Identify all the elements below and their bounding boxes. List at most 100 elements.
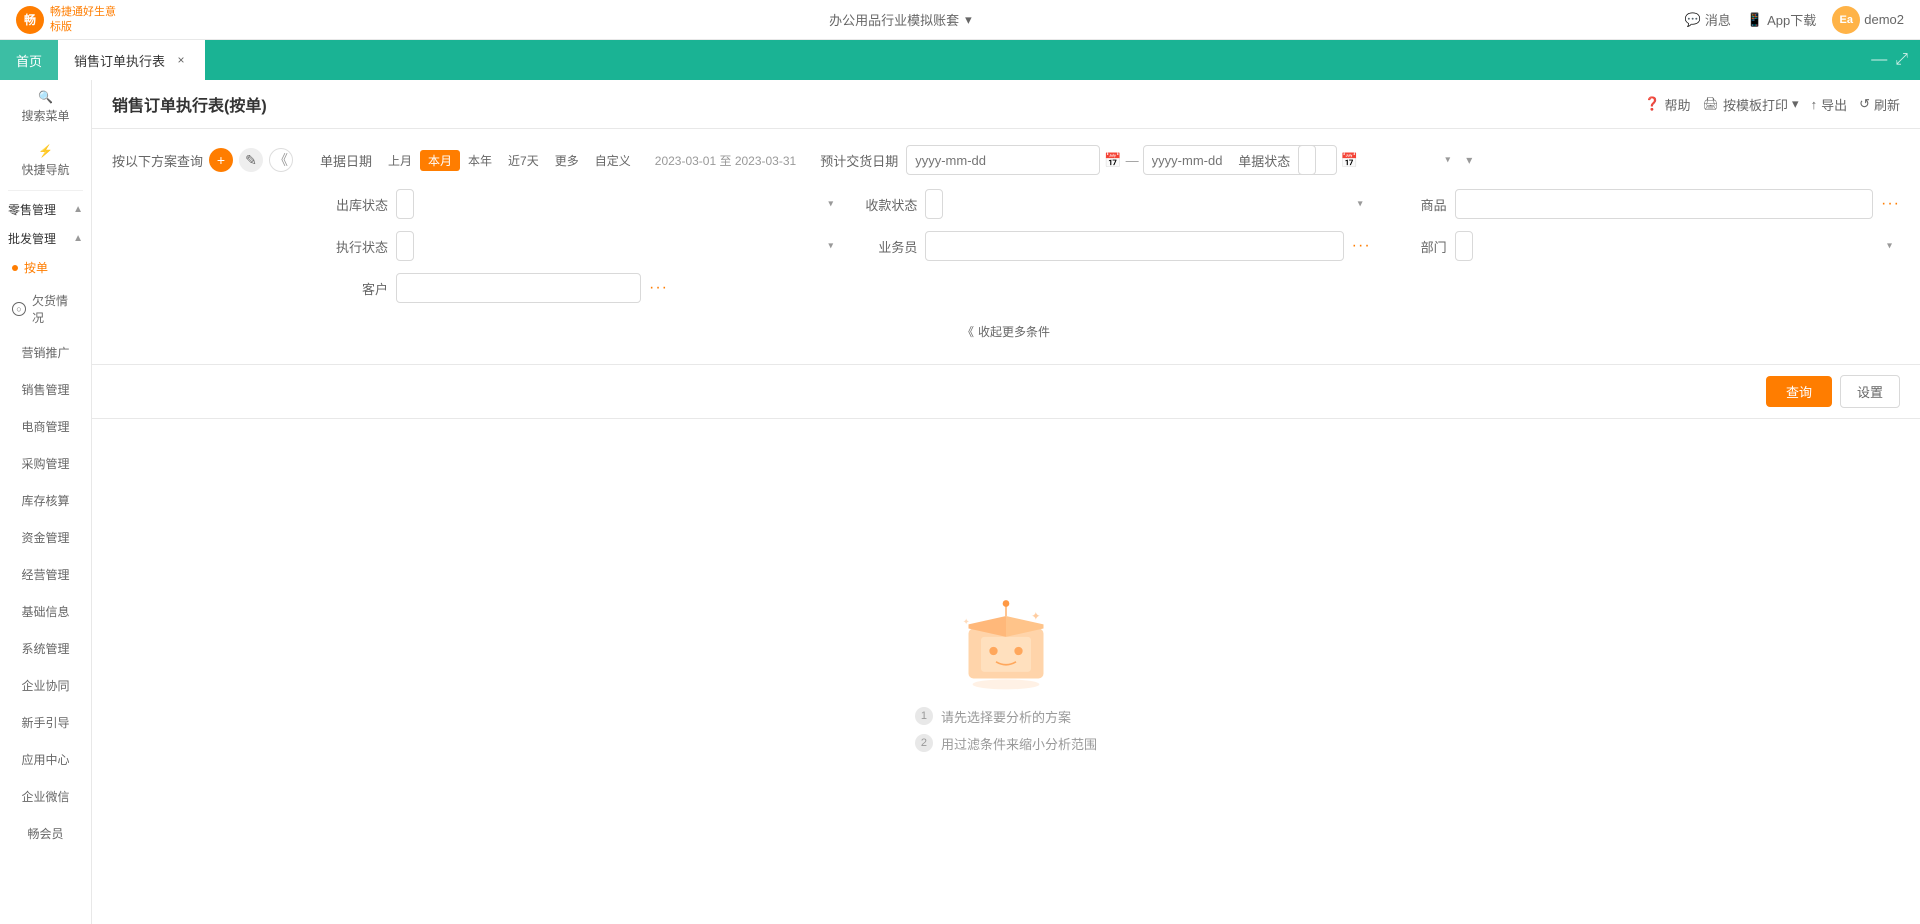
product-more-icon[interactable]: ···: [1881, 195, 1900, 213]
app-download-button[interactable]: 📱 App下载: [1747, 10, 1816, 29]
calendar-start-icon[interactable]: 📅: [1104, 152, 1121, 169]
svg-text:✦: ✦: [1031, 610, 1041, 623]
expected-date-label: 预计交货日期: [820, 151, 898, 170]
sidebar-item-enterprise[interactable]: 企业协同: [0, 667, 91, 704]
settings-button[interactable]: 设置: [1840, 375, 1900, 408]
toolbar: 查询 设置: [92, 365, 1920, 419]
logo-text: 畅捷通好生意 标版: [50, 5, 116, 34]
sidebar-item-apps[interactable]: 应用中心: [0, 741, 91, 778]
date-tab-this-month[interactable]: 本月: [420, 150, 460, 171]
date-tab-this-year[interactable]: 本年: [460, 150, 500, 171]
logo-area: 畅 畅捷通好生意 标版: [16, 5, 116, 34]
window-maximize-button[interactable]: ⤢: [1895, 51, 1908, 69]
date-tab-more[interactable]: 更多: [547, 150, 587, 171]
filter-row-4: 客户 ···: [112, 273, 1900, 303]
status-select[interactable]: [1298, 145, 1316, 175]
press-dot-icon: [12, 265, 18, 271]
user-avatar[interactable]: Ea demo2: [1832, 6, 1904, 34]
product-filter-group: 商品 ···: [1387, 189, 1900, 219]
collapse-left-button[interactable]: 《: [269, 148, 293, 172]
outbound-select-wrap: [396, 189, 841, 219]
dept-filter-group: 部门: [1387, 231, 1900, 261]
date-range-info: 2023-03-01 至 2023-03-31: [655, 152, 796, 169]
content-area: 销售订单执行表(按单) ❓ 帮助 🖨 按模板打印 ▾ ↑ 导出 ↺ 刷新: [92, 80, 1920, 924]
expected-date-start[interactable]: [906, 145, 1100, 175]
date-tab-last7[interactable]: 近7天: [500, 150, 547, 171]
sidebar-item-newbie[interactable]: 新手引导: [0, 704, 91, 741]
sidebar-quick-nav[interactable]: ⚡ 快捷导航: [0, 134, 91, 188]
add-plan-button[interactable]: +: [209, 148, 233, 172]
sidebar-item-wechat[interactable]: 企业微信: [0, 778, 91, 815]
filter-row-3: 执行状态 业务员 ··· 部门: [112, 231, 1900, 261]
filter-left-panel: 按以下方案查询 + ✎ 《: [112, 148, 312, 172]
query-button[interactable]: 查询: [1766, 376, 1832, 407]
collapse-up-icon: 《: [962, 323, 974, 340]
exec-select-wrap: [396, 231, 841, 261]
page-actions: ❓ 帮助 🖨 按模板打印 ▾ ↑ 导出 ↺ 刷新: [1644, 95, 1900, 126]
company-selector[interactable]: 办公用品行业模拟账套 ▾: [829, 10, 972, 29]
svg-text:✦: ✦: [963, 616, 970, 626]
payment-select[interactable]: [925, 189, 943, 219]
sidebar-item-operations[interactable]: 经营管理: [0, 556, 91, 593]
date-tab-last-month[interactable]: 上月: [380, 150, 420, 171]
edit-plan-button[interactable]: ✎: [239, 148, 263, 172]
sidebar-item-marketing[interactable]: 营销推广: [0, 334, 91, 371]
sidebar-item-finance[interactable]: 资金管理: [0, 519, 91, 556]
sidebar-sub-press[interactable]: 按单: [0, 251, 91, 284]
outbound-filter-group: 出库状态: [328, 189, 841, 219]
dept-select[interactable]: [1455, 231, 1473, 261]
empty-step-1: 1 请先选择要分析的方案: [915, 707, 1097, 726]
print-icon: 🖨: [1703, 96, 1720, 112]
main-layout: 🔍 搜索菜单 ⚡ 快捷导航 零售管理 ▲ 批发管理 ▲ 按单 ○ 欠货情况 营销…: [0, 80, 1920, 924]
outbound-select[interactable]: [396, 189, 414, 219]
customer-input[interactable]: [396, 273, 641, 303]
sidebar-item-ecommerce[interactable]: 电商管理: [0, 408, 91, 445]
quick-nav-icon: ⚡: [38, 144, 53, 158]
salesperson-more-icon[interactable]: ···: [1352, 237, 1371, 255]
page-header: 销售订单执行表(按单) ❓ 帮助 🖨 按模板打印 ▾ ↑ 导出 ↺ 刷新: [92, 80, 1920, 129]
collapse-bar[interactable]: 《 收起更多条件: [112, 315, 1900, 348]
customer-more-icon[interactable]: ···: [649, 279, 668, 297]
filter-area: 按以下方案查询 + ✎ 《 单据日期 上月 本月 本年 近7天 更多 自定义: [92, 129, 1920, 365]
refresh-button[interactable]: ↺ 刷新: [1859, 95, 1900, 114]
sidebar-item-retail[interactable]: 零售管理 ▲: [0, 193, 91, 222]
message-button[interactable]: 💬 消息: [1685, 10, 1731, 29]
debt-circle-icon: ○: [12, 302, 26, 316]
payment-filter-group: 收款状态: [857, 189, 1370, 219]
message-icon: 💬: [1685, 12, 1701, 28]
salesperson-label: 业务员: [857, 237, 917, 256]
status-dropdown-icon[interactable]: ▾: [1466, 153, 1472, 167]
tab-home[interactable]: 首页: [0, 40, 58, 80]
sidebar-divider-1: [8, 190, 83, 191]
sidebar-sub-debt[interactable]: ○ 欠货情况: [0, 284, 91, 334]
date-field-label: 单据日期: [312, 151, 372, 170]
export-button[interactable]: ↑ 导出: [1811, 95, 1848, 114]
sidebar-item-inventory[interactable]: 库存核算: [0, 482, 91, 519]
date-tab-custom[interactable]: 自定义: [587, 150, 639, 171]
nav-tabs-actions: — ⤢: [1871, 51, 1920, 69]
download-icon: 📱: [1747, 12, 1763, 28]
page-title: 销售订单执行表(按单): [112, 92, 267, 128]
dept-label: 部门: [1387, 237, 1447, 256]
product-input[interactable]: [1455, 189, 1873, 219]
sidebar-search[interactable]: 🔍 搜索菜单: [0, 80, 91, 134]
empty-steps: 1 请先选择要分析的方案 2 用过滤条件来缩小分析范围: [915, 707, 1097, 753]
sidebar-item-system[interactable]: 系统管理: [0, 630, 91, 667]
salesperson-input[interactable]: [925, 231, 1343, 261]
sidebar-item-purchase[interactable]: 采购管理: [0, 445, 91, 482]
header-right: 💬 消息 📱 App下载 Ea demo2: [1685, 6, 1904, 34]
sidebar-item-member[interactable]: 畅会员: [0, 815, 91, 852]
tab-sales-order[interactable]: 销售订单执行表 ×: [58, 40, 205, 80]
sidebar-item-wholesale[interactable]: 批发管理 ▲: [0, 222, 91, 251]
tab-close-button[interactable]: ×: [173, 52, 189, 68]
window-minimize-button[interactable]: —: [1871, 51, 1887, 69]
print-button[interactable]: 🖨 按模板打印 ▾: [1703, 95, 1799, 114]
help-button[interactable]: ❓ 帮助: [1644, 95, 1690, 114]
company-dropdown-icon[interactable]: ▾: [965, 12, 972, 28]
exec-select[interactable]: [396, 231, 414, 261]
help-icon: ❓: [1644, 96, 1660, 112]
customer-filter-group: 客户 ···: [328, 273, 668, 303]
sidebar-item-sales[interactable]: 销售管理: [0, 371, 91, 408]
search-icon: 🔍: [38, 90, 53, 104]
sidebar-item-basic[interactable]: 基础信息: [0, 593, 91, 630]
